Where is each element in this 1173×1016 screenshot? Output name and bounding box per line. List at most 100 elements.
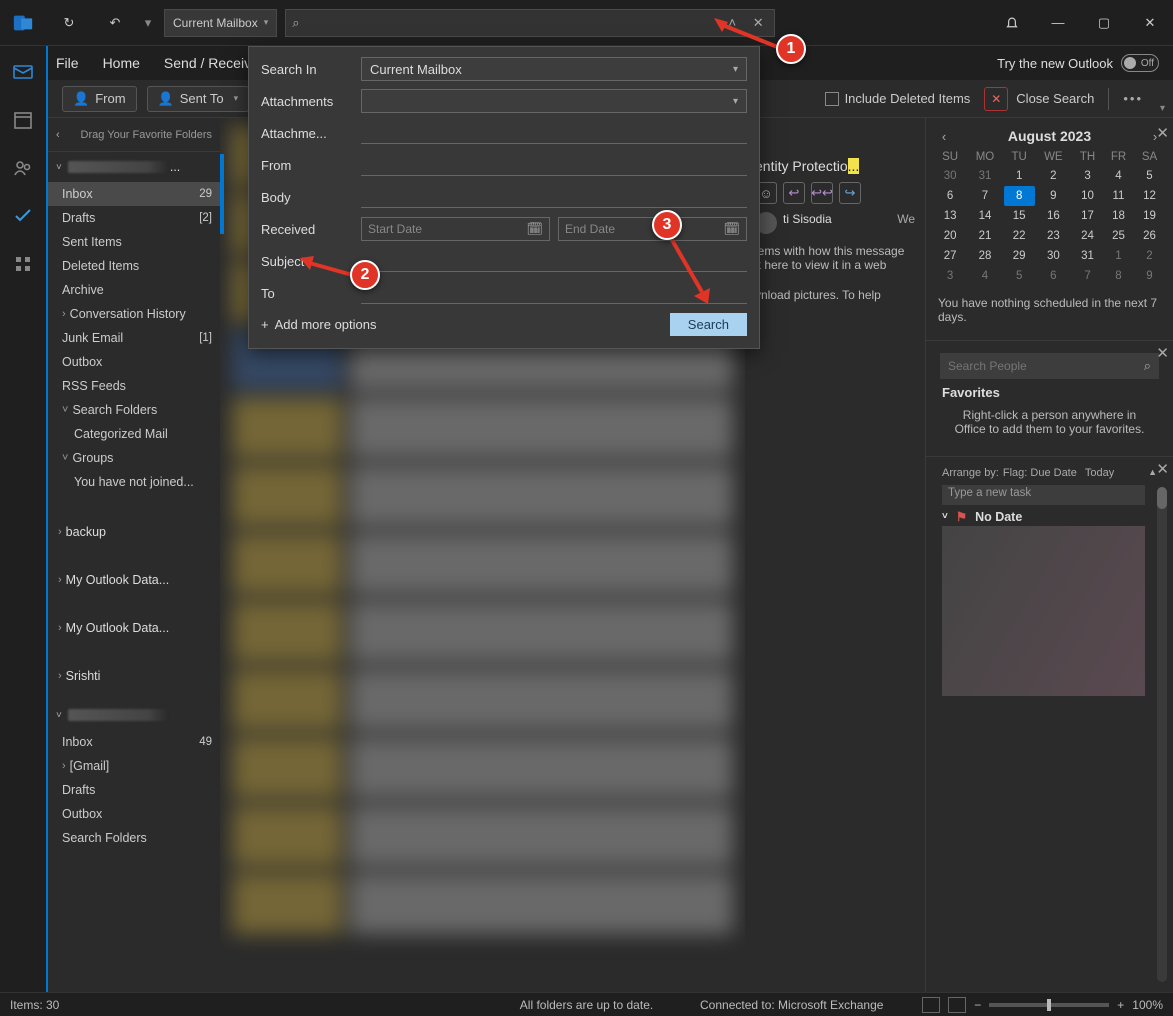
calendar-day[interactable]: 12 bbox=[1134, 186, 1165, 206]
calendar-day[interactable]: 8 bbox=[1004, 186, 1035, 206]
zoom-in-button[interactable]: + bbox=[1117, 998, 1124, 1012]
folder-outbox[interactable]: Outbox bbox=[48, 350, 220, 374]
folder-outlook-data-2[interactable]: ›My Outlook Data... bbox=[48, 604, 220, 652]
calendar-day[interactable]: 1 bbox=[1004, 166, 1035, 186]
calendar-day[interactable]: 31 bbox=[966, 166, 1003, 186]
mini-calendar[interactable]: SUMOTUWETHFRSA 3031123456789101112131415… bbox=[934, 148, 1165, 286]
folder-outlook-data-1[interactable]: ›My Outlook Data... bbox=[48, 556, 220, 604]
calendar-day[interactable]: 30 bbox=[1035, 246, 1072, 266]
search-scope-dropdown[interactable]: Current Mailbox ▾ bbox=[164, 9, 277, 37]
folder-search-folders[interactable]: ˅Search Folders bbox=[48, 398, 220, 422]
people-close-icon[interactable]: ✕ bbox=[1156, 344, 1169, 362]
calendar-day[interactable]: 25 bbox=[1103, 226, 1134, 246]
adv-body-input[interactable] bbox=[361, 186, 747, 208]
folder-archive[interactable]: Archive bbox=[48, 278, 220, 302]
calendar-day[interactable]: 1 bbox=[1103, 246, 1134, 266]
qat-more-icon[interactable]: ▾ bbox=[138, 0, 158, 46]
adv-attachment-input[interactable] bbox=[361, 122, 747, 144]
calendar-day[interactable]: 9 bbox=[1134, 266, 1165, 286]
calendar-day[interactable]: 2 bbox=[1134, 246, 1165, 266]
folder-conversation-history[interactable]: ›Conversation History bbox=[48, 302, 220, 326]
search-input[interactable] bbox=[306, 15, 717, 30]
folder-sent-items[interactable]: Sent Items bbox=[48, 230, 220, 254]
calendar-day[interactable]: 3 bbox=[934, 266, 966, 286]
calendar-day[interactable]: 6 bbox=[1035, 266, 1072, 286]
account2-header[interactable]: ˅ bbox=[48, 700, 220, 730]
tasks-close-icon[interactable]: ✕ bbox=[1156, 460, 1169, 478]
ribbon-collapse-icon[interactable]: ▾ bbox=[1160, 103, 1165, 114]
calendar-day[interactable]: 27 bbox=[934, 246, 966, 266]
prev-month-icon[interactable]: ‹ bbox=[934, 129, 954, 144]
people-search[interactable]: ⌕ bbox=[940, 353, 1159, 379]
tasks-icon[interactable] bbox=[11, 204, 35, 228]
close-search-button[interactable]: ✕ Close Search bbox=[984, 87, 1094, 111]
calendar-day[interactable]: 11 bbox=[1103, 186, 1134, 206]
folder-junk-email[interactable]: Junk Email[1] bbox=[48, 326, 220, 350]
folder-categorized-mail[interactable]: Categorized Mail bbox=[48, 422, 220, 446]
tasks-arrange-by[interactable]: Arrange by: Flag: Due Date Today ▲ bbox=[934, 463, 1165, 483]
calendar-day[interactable]: 23 bbox=[1035, 226, 1072, 246]
calendar-day[interactable]: 9 bbox=[1035, 186, 1072, 206]
view-reading-button[interactable] bbox=[948, 997, 966, 1013]
more-options-icon[interactable]: ••• bbox=[1123, 91, 1143, 106]
calendar-day[interactable]: 29 bbox=[1004, 246, 1035, 266]
calendar-day[interactable]: 6 bbox=[934, 186, 966, 206]
forward-button[interactable]: ↪ bbox=[839, 182, 861, 204]
calendar-day[interactable]: 13 bbox=[934, 206, 966, 226]
advanced-search-button[interactable]: Search bbox=[670, 313, 747, 336]
calendar-day[interactable]: 20 bbox=[934, 226, 966, 246]
folder-srishti[interactable]: ›Srishti bbox=[48, 652, 220, 700]
window-minimize-button[interactable]: — bbox=[1035, 0, 1081, 46]
adv-searchin-select[interactable]: Current Mailbox bbox=[361, 57, 747, 81]
menu-file[interactable]: File bbox=[56, 55, 79, 71]
add-more-options-button[interactable]: + Add more options bbox=[261, 317, 377, 332]
reply-button[interactable]: ↩ bbox=[783, 182, 805, 204]
folder-rss-feeds[interactable]: RSS Feeds bbox=[48, 374, 220, 398]
window-close-button[interactable]: ✕ bbox=[1127, 0, 1173, 46]
calendar-day[interactable]: 3 bbox=[1072, 166, 1103, 186]
folder-backup[interactable]: ›backup bbox=[48, 508, 220, 556]
menu-home[interactable]: Home bbox=[103, 55, 140, 71]
notifications-icon[interactable] bbox=[989, 0, 1035, 46]
window-maximize-button[interactable]: ▢ bbox=[1081, 0, 1127, 46]
from-button[interactable]: 👤 From bbox=[62, 86, 137, 112]
calendar-day[interactable]: 8 bbox=[1103, 266, 1134, 286]
calendar-day[interactable]: 10 bbox=[1072, 186, 1103, 206]
no-date-group[interactable]: ˅ ⚑ No Date bbox=[942, 509, 1145, 524]
folder-groups-empty[interactable]: You have not joined... bbox=[48, 470, 220, 494]
calendar-close-icon[interactable]: ✕ bbox=[1156, 124, 1169, 142]
adv-start-date[interactable]: Start Date🗓 bbox=[361, 217, 550, 241]
folder-outbox-2[interactable]: Outbox bbox=[48, 802, 220, 826]
calendar-day[interactable]: 5 bbox=[1134, 166, 1165, 186]
calendar-day[interactable]: 22 bbox=[1004, 226, 1035, 246]
search-box[interactable]: ⌕ ˄ ✕ bbox=[285, 9, 775, 37]
include-deleted-checkbox[interactable]: Include Deleted Items bbox=[825, 91, 971, 106]
adv-from-input[interactable] bbox=[361, 154, 747, 176]
calendar-day[interactable]: 7 bbox=[1072, 266, 1103, 286]
calendar-day[interactable]: 4 bbox=[1103, 166, 1134, 186]
folder-drafts[interactable]: Drafts[2] bbox=[48, 206, 220, 230]
folder-groups[interactable]: ˅Groups bbox=[48, 446, 220, 470]
folder-deleted-items[interactable]: Deleted Items bbox=[48, 254, 220, 278]
folder-search-folders-2[interactable]: Search Folders bbox=[48, 826, 220, 850]
calendar-day[interactable]: 28 bbox=[966, 246, 1003, 266]
try-new-outlook-toggle[interactable]: Off bbox=[1121, 54, 1159, 72]
folder-drafts-2[interactable]: Drafts bbox=[48, 778, 220, 802]
tasks-scrollbar[interactable] bbox=[1157, 487, 1167, 982]
sent-to-button[interactable]: 👤 Sent To bbox=[147, 86, 250, 112]
more-apps-icon[interactable] bbox=[11, 252, 35, 276]
calendar-day[interactable]: 31 bbox=[1072, 246, 1103, 266]
undo-icon[interactable]: ↶ bbox=[92, 0, 138, 46]
calendar-day[interactable]: 21 bbox=[966, 226, 1003, 246]
mail-icon[interactable] bbox=[11, 60, 35, 84]
calendar-day[interactable]: 18 bbox=[1103, 206, 1134, 226]
calendar-day[interactable]: 7 bbox=[966, 186, 1003, 206]
account-header[interactable]: ˅... bbox=[48, 152, 220, 182]
calendar-day[interactable]: 4 bbox=[966, 266, 1003, 286]
zoom-slider[interactable] bbox=[989, 1003, 1109, 1007]
calendar-icon[interactable] bbox=[11, 108, 35, 132]
new-task-input[interactable]: Type a new task bbox=[942, 485, 1145, 505]
view-normal-button[interactable] bbox=[922, 997, 940, 1013]
folder-inbox[interactable]: Inbox29 bbox=[48, 182, 220, 206]
calendar-day[interactable]: 19 bbox=[1134, 206, 1165, 226]
